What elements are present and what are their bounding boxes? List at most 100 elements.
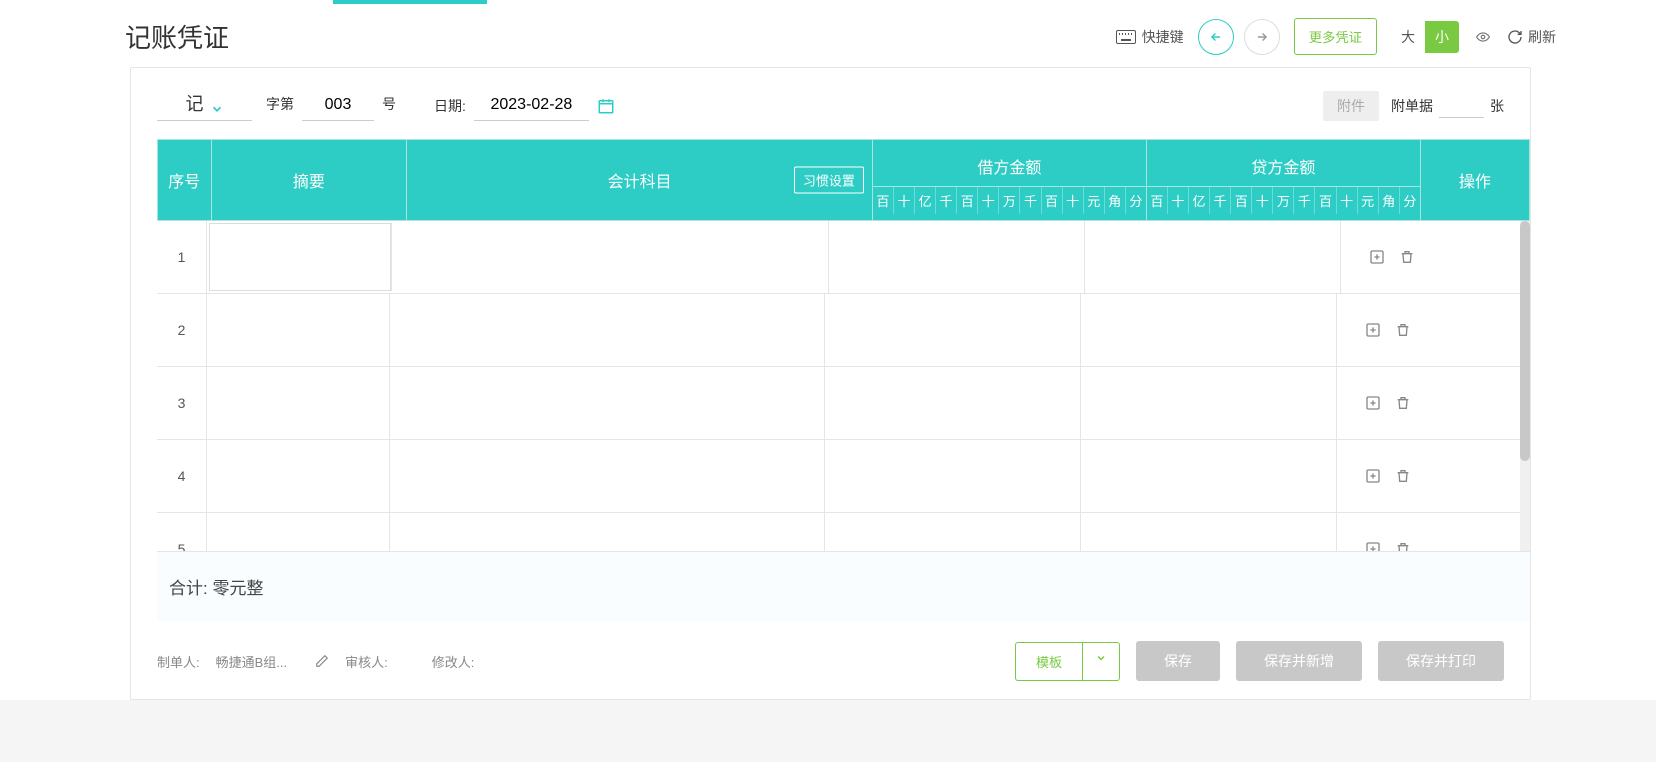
digit-label: 百 — [1231, 187, 1252, 214]
attach-count-input[interactable] — [1439, 94, 1484, 118]
size-toggle[interactable]: 大 小 — [1391, 21, 1459, 53]
credit-cell[interactable] — [1085, 221, 1341, 293]
delete-row-icon[interactable] — [1399, 249, 1415, 265]
debit-cell[interactable] — [825, 367, 1081, 439]
refresh-button[interactable]: 刷新 — [1507, 27, 1556, 47]
habit-settings-button[interactable]: 习惯设置 — [794, 167, 864, 194]
debit-cell[interactable] — [825, 513, 1081, 551]
reviewer-label: 审核人: — [345, 652, 388, 671]
delete-row-icon[interactable] — [1395, 322, 1411, 338]
add-row-icon[interactable] — [1365, 541, 1381, 551]
digit-label: 百 — [1042, 187, 1063, 214]
eye-icon[interactable] — [1473, 30, 1493, 44]
credit-cell[interactable] — [1081, 440, 1337, 512]
next-voucher-button[interactable] — [1244, 19, 1280, 55]
template-button[interactable]: 模板 — [1015, 642, 1120, 681]
th-credit: 贷方金额 — [1147, 146, 1420, 187]
add-row-icon[interactable] — [1365, 395, 1381, 411]
edit-icon[interactable] — [315, 654, 329, 668]
digit-label: 亿 — [915, 187, 936, 214]
date-input[interactable] — [474, 90, 589, 121]
more-vouchers-button[interactable]: 更多凭证 — [1294, 18, 1377, 55]
summary-cell[interactable] — [207, 440, 390, 512]
digit-label: 百 — [957, 187, 978, 214]
voucher-type-select[interactable]: 记 — [157, 90, 252, 121]
save-new-button[interactable]: 保存并新增 — [1236, 641, 1362, 681]
digit-label: 万 — [1273, 187, 1294, 214]
arrow-left-icon — [1209, 30, 1223, 44]
digit-label: 十 — [1063, 187, 1084, 214]
total-text: 零元整 — [212, 579, 263, 598]
th-seq: 序号 — [158, 140, 211, 220]
digit-label: 百 — [1315, 187, 1336, 214]
template-dropdown[interactable] — [1082, 643, 1119, 680]
digit-label: 千 — [1210, 187, 1231, 214]
table-row: 3 — [157, 367, 1530, 440]
add-row-icon[interactable] — [1365, 468, 1381, 484]
size-big-button[interactable]: 大 — [1391, 21, 1425, 53]
digit-label: 千 — [1294, 187, 1315, 214]
table-row: 4 — [157, 440, 1530, 513]
date-label: 日期: — [434, 96, 466, 116]
refresh-icon — [1507, 29, 1523, 45]
op-cell — [1341, 221, 1443, 293]
digit-label: 十 — [978, 187, 999, 214]
voucher-number-input[interactable] — [302, 90, 374, 121]
total-label: 合计: — [169, 579, 208, 598]
delete-row-icon[interactable] — [1395, 395, 1411, 411]
account-cell[interactable] — [394, 221, 829, 293]
summary-cell[interactable] — [207, 294, 390, 366]
op-cell — [1337, 440, 1439, 512]
debit-cell[interactable] — [825, 440, 1081, 512]
digit-label: 元 — [1084, 187, 1105, 214]
template-label[interactable]: 模板 — [1016, 643, 1082, 680]
summary-cell[interactable] — [207, 367, 390, 439]
summary-cell[interactable] — [207, 513, 390, 551]
voucher-table: 序号 摘要 会计科目 习惯设置 借方金额 百十亿千百十万千百十元角分 贷方金额 — [157, 139, 1530, 221]
add-row-icon[interactable] — [1365, 322, 1381, 338]
credit-cell[interactable] — [1081, 294, 1337, 366]
digit-label: 十 — [1168, 187, 1189, 214]
op-cell — [1337, 367, 1439, 439]
shortcut-button[interactable]: 快捷键 — [1116, 27, 1184, 47]
save-print-button[interactable]: 保存并打印 — [1378, 641, 1504, 681]
account-cell[interactable] — [390, 513, 825, 551]
save-button[interactable]: 保存 — [1136, 641, 1220, 681]
attach-doc-label: 附单据 — [1391, 96, 1433, 116]
account-cell[interactable] — [390, 367, 825, 439]
add-row-icon[interactable] — [1369, 249, 1385, 265]
size-small-button[interactable]: 小 — [1425, 21, 1459, 53]
digit-label: 元 — [1358, 187, 1379, 214]
credit-cell[interactable] — [1081, 367, 1337, 439]
debit-cell[interactable] — [825, 294, 1081, 366]
account-cell[interactable] — [390, 440, 825, 512]
prev-voucher-button[interactable] — [1198, 19, 1234, 55]
page-title: 记账凭证 — [125, 18, 229, 55]
digit-label: 百 — [1147, 187, 1168, 214]
digit-label: 千 — [936, 187, 957, 214]
total-row: 合计: 零元整 — [157, 551, 1530, 621]
seq-cell: 2 — [157, 294, 207, 366]
op-cell — [1337, 294, 1439, 366]
scrollbar-thumb[interactable] — [1520, 221, 1530, 461]
table-row: 2 — [157, 294, 1530, 367]
digit-label: 万 — [999, 187, 1020, 214]
account-cell[interactable] — [390, 294, 825, 366]
seq-cell: 5 — [157, 513, 207, 551]
digit-label: 分 — [1126, 187, 1146, 214]
zhang-label: 张 — [1490, 96, 1504, 116]
digit-label: 十 — [1337, 187, 1358, 214]
summary-cell[interactable] — [209, 223, 392, 291]
digit-label: 百 — [873, 187, 894, 214]
attachment-button: 附件 — [1323, 91, 1379, 121]
th-summary: 摘要 — [212, 140, 407, 220]
arrow-right-icon — [1255, 30, 1269, 44]
calendar-icon[interactable] — [597, 97, 615, 115]
credit-cell[interactable] — [1081, 513, 1337, 551]
delete-row-icon[interactable] — [1395, 468, 1411, 484]
digit-label: 角 — [1105, 187, 1126, 214]
delete-row-icon[interactable] — [1395, 541, 1411, 551]
seq-cell: 4 — [157, 440, 207, 512]
debit-cell[interactable] — [829, 221, 1085, 293]
th-debit: 借方金额 — [873, 146, 1146, 187]
